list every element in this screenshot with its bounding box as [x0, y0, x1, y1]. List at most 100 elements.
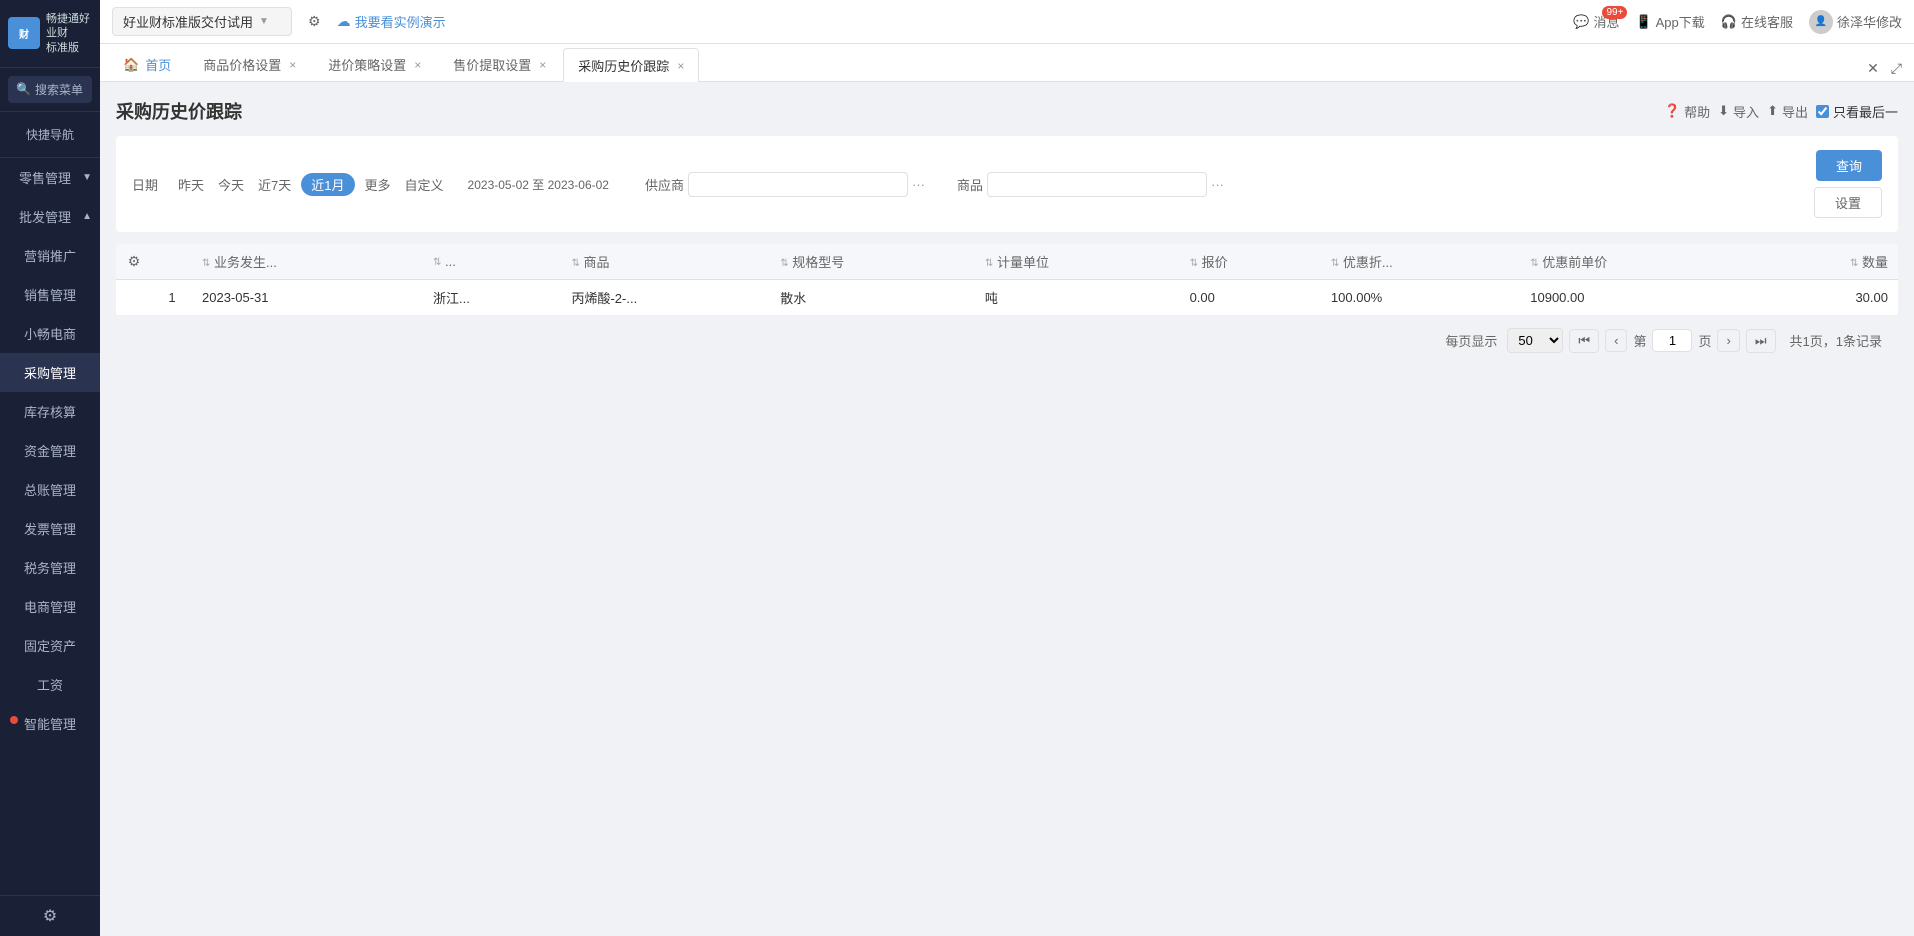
help-icon: ❓ — [1664, 103, 1680, 119]
per-page-select[interactable]: 20 50 100 — [1507, 328, 1563, 353]
sidebar-item-smart[interactable]: 智能管理 — [0, 704, 100, 743]
pagination: 每页显示 20 50 100 ⏮ ‹ 第 1 页 › ⏭ 共1页，1条记录 — [116, 316, 1898, 365]
date-btn-more[interactable]: 更多 — [361, 173, 395, 196]
sidebar-item-ledger[interactable]: 总账管理 — [0, 470, 100, 509]
tab-strategy-close[interactable]: × — [414, 58, 421, 72]
sidebar-item-sales[interactable]: 销售管理 — [0, 275, 100, 314]
message-badge: 99+ — [1602, 6, 1627, 19]
tab-home[interactable]: 🏠 首页 — [108, 47, 186, 81]
app-download-button[interactable]: 📱 App下载 — [1635, 12, 1704, 31]
th-unit-price[interactable]: ⇅ 优惠前单价 — [1520, 244, 1756, 280]
sidebar-item-marketing[interactable]: 营销推广 — [0, 236, 100, 275]
filter-area: 日期 昨天 今天 近7天 近1月 更多 自定义 2023-05-02 至 202… — [116, 136, 1898, 232]
sidebar-item-ecommerce[interactable]: 电商管理 — [0, 587, 100, 626]
page-content: 采购历史价跟踪 ❓ 帮助 ⬇ 导入 ⬆ 导出 只看最后一 — [100, 82, 1914, 936]
sidebar-item-ecommerce-small[interactable]: 小畅电商 — [0, 314, 100, 353]
tabbar-actions: ✕ ⤢ — [1863, 56, 1906, 81]
date-btn-today[interactable]: 今天 — [214, 173, 248, 196]
settings-gear-button[interactable]: ⚙ — [43, 906, 57, 926]
tab-sell[interactable]: 售价提取设置 × — [438, 47, 561, 81]
td-qty: 30.00 — [1757, 280, 1898, 316]
td-more: 浙江... — [423, 280, 561, 316]
message-button[interactable]: 💬 消息 99+ — [1573, 12, 1619, 31]
td-no: 1 — [152, 280, 192, 316]
tab-close-all-button[interactable]: ✕ — [1863, 56, 1883, 81]
td-goods: 丙烯酸-2-... — [561, 280, 770, 316]
th-qty[interactable]: ⇅ 数量 — [1757, 244, 1898, 280]
sidebar-menu: 零售管理 ▼ 批发管理 ▲ 营销推广 销售管理 小畅电商 采购管理 库存核算 资… — [0, 158, 100, 895]
sidebar-item-purchase[interactable]: 采购管理 — [0, 353, 100, 392]
sidebar-item-salary[interactable]: 工资 — [0, 665, 100, 704]
th-price[interactable]: ⇅ 报价 — [1180, 244, 1321, 280]
pagination-total-info: 共1页，1条记录 — [1790, 331, 1882, 350]
date-btn-custom[interactable]: 自定义 — [401, 173, 448, 196]
tab-expand-button[interactable]: ⤢ — [1887, 56, 1906, 81]
user-menu-button[interactable]: 👤 徐泽华修改 — [1809, 10, 1902, 34]
tab-price[interactable]: 商品价格设置 × — [188, 47, 311, 81]
tab-sell-close[interactable]: × — [539, 58, 546, 72]
th-unit[interactable]: ⇅ 计量单位 — [975, 244, 1180, 280]
th-spec[interactable]: ⇅ 规格型号 — [770, 244, 975, 280]
online-service-button[interactable]: 🎧 在线客服 — [1721, 12, 1793, 31]
sort-icon: ⇅ — [433, 257, 441, 268]
data-table: ⚙ ⇅ 业务发生... ⇅ ... ⇅ 商品 — [116, 244, 1898, 316]
sidebar-item-invoice[interactable]: 发票管理 — [0, 509, 100, 548]
topbar-right: 💬 消息 99+ 📱 App下载 🎧 在线客服 👤 徐泽华修改 — [1573, 10, 1902, 34]
table-row: 1 2023-05-31 浙江... 丙烯酸-2-... 散水 吨 0.00 1… — [116, 280, 1898, 316]
supplier-ellipsis[interactable]: ··· — [912, 177, 925, 192]
pagination-prev-button[interactable]: ‹ — [1605, 329, 1627, 352]
td-discount: 100.00% — [1321, 280, 1520, 316]
sidebar-gear-area: ⚙ — [0, 895, 100, 936]
topbar-settings-button[interactable]: ⚙ — [304, 9, 325, 34]
pagination-first-button[interactable]: ⏮ — [1569, 329, 1599, 353]
td-spec: 散水 — [770, 280, 975, 316]
date-btn-7days[interactable]: 近7天 — [254, 173, 295, 196]
tab-price-close[interactable]: × — [289, 58, 296, 72]
supplier-input[interactable] — [688, 172, 908, 197]
search-menu-button[interactable]: 🔍 搜索菜单 — [8, 76, 92, 103]
table-gear-icon[interactable]: ⚙ — [128, 253, 141, 269]
th-discount[interactable]: ⇅ 优惠折... — [1321, 244, 1520, 280]
smart-badge — [10, 712, 18, 727]
date-btn-yesterday[interactable]: 昨天 — [174, 173, 208, 196]
sidebar-item-assets[interactable]: 固定资产 — [0, 626, 100, 665]
export-button[interactable]: ⬆ 导出 — [1767, 102, 1808, 121]
tab-strategy[interactable]: 进价策略设置 × — [313, 47, 436, 81]
sidebar-item-inventory[interactable]: 库存核算 — [0, 392, 100, 431]
only-last-checkbox[interactable]: 只看最后一 — [1816, 102, 1898, 121]
import-button[interactable]: ⬇ 导入 — [1718, 102, 1759, 121]
sidebar-item-wholesale[interactable]: 批发管理 ▲ — [0, 197, 100, 236]
sidebar-item-tax[interactable]: 税务管理 — [0, 548, 100, 587]
chevron-down-icon: ▼ — [259, 16, 269, 27]
sort-icon: ⇅ — [1530, 258, 1538, 269]
version-selector[interactable]: 好业财标准版交付试用 ▼ — [112, 7, 292, 36]
demo-link[interactable]: 我要看实例演示 — [337, 12, 446, 31]
tab-history[interactable]: 采购历史价跟踪 × — [563, 48, 699, 82]
td-date: 2023-05-31 — [192, 280, 423, 316]
filter-settings-button[interactable]: 设置 — [1814, 187, 1882, 218]
sidebar-item-retail[interactable]: 零售管理 ▼ — [0, 158, 100, 197]
quick-nav-button[interactable]: 快捷导航 — [0, 120, 100, 149]
page-input[interactable]: 1 — [1652, 329, 1692, 352]
import-icon: ⬇ — [1718, 103, 1729, 119]
th-goods[interactable]: ⇅ 商品 — [561, 244, 770, 280]
sidebar-item-finance[interactable]: 资金管理 — [0, 431, 100, 470]
query-button[interactable]: 查询 — [1816, 150, 1882, 181]
help-button[interactable]: ❓ 帮助 — [1664, 102, 1710, 121]
th-more[interactable]: ⇅ ... — [423, 244, 561, 280]
td-price: 0.00 — [1180, 280, 1321, 316]
only-last-input[interactable] — [1816, 105, 1829, 118]
goods-input[interactable] — [987, 172, 1207, 197]
sidebar: 财 畅捷通好业财 标准版 🔍 搜索菜单 快捷导航 零售管理 ▼ 批发管理 ▲ 营… — [0, 0, 100, 936]
chevron-down-icon: ▼ — [82, 172, 92, 183]
home-icon: 🏠 — [123, 57, 139, 73]
date-btn-1month[interactable]: 近1月 — [301, 173, 354, 196]
sort-icon: ⇅ — [985, 258, 993, 269]
pagination-next-button[interactable]: › — [1717, 329, 1739, 352]
tab-history-close[interactable]: × — [677, 59, 684, 73]
goods-ellipsis[interactable]: ··· — [1211, 177, 1224, 192]
th-date[interactable]: ⇅ 业务发生... — [192, 244, 423, 280]
chevron-up-icon: ▲ — [82, 211, 92, 222]
pagination-last-button[interactable]: ⏭ — [1746, 329, 1776, 353]
table-area: ⚙ ⇅ 业务发生... ⇅ ... ⇅ 商品 — [116, 244, 1898, 316]
